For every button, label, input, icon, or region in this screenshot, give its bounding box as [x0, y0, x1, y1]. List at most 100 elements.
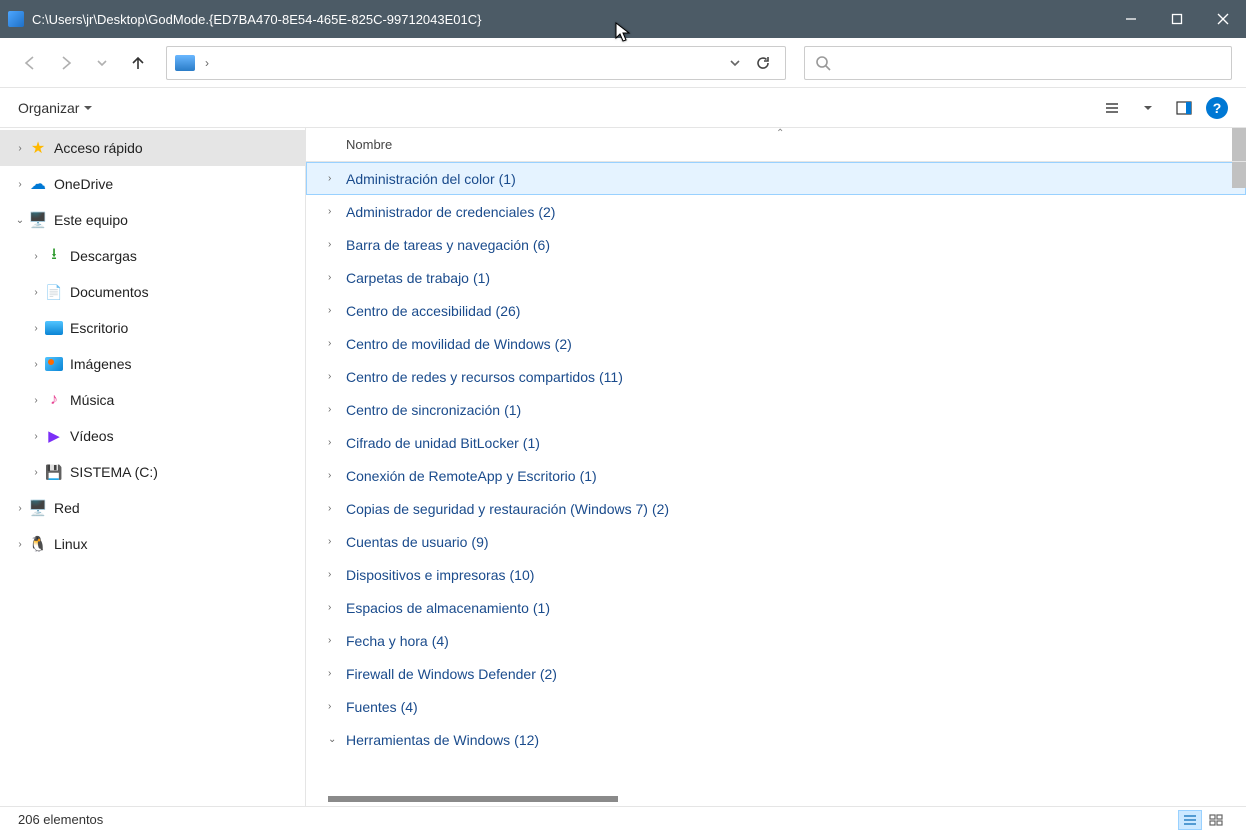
expand-chevron-icon[interactable]: ›: [28, 359, 44, 370]
group-chevron-icon[interactable]: ›: [328, 635, 342, 646]
recent-locations-button[interactable]: [86, 47, 118, 79]
horizontal-scrollbar[interactable]: [306, 792, 1246, 806]
expand-chevron-icon[interactable]: ›: [28, 287, 44, 298]
address-dropdown-button[interactable]: [721, 49, 749, 77]
group-count: (1): [533, 600, 550, 616]
maximize-button[interactable]: [1154, 0, 1200, 38]
group-header[interactable]: › Centro de sincronización(1): [306, 393, 1246, 426]
large-icons-view-button[interactable]: [1204, 810, 1228, 830]
expand-chevron-icon[interactable]: ›: [28, 431, 44, 442]
group-header[interactable]: ›Centro de redes y recursos compartidos(…: [306, 360, 1246, 393]
sidebar-item-im-genes[interactable]: ›Imágenes: [0, 346, 305, 382]
group-chevron-icon[interactable]: ›: [328, 503, 342, 514]
view-dropdown-button[interactable]: [1134, 94, 1162, 122]
group-chevron-icon[interactable]: ›: [328, 305, 342, 316]
group-chevron-icon[interactable]: ›: [328, 701, 342, 712]
sidebar-item-acceso-r-pido[interactable]: ›★Acceso rápido: [0, 130, 305, 166]
minimize-button[interactable]: [1108, 0, 1154, 38]
sidebar-item-documentos[interactable]: ›📄Documentos: [0, 274, 305, 310]
help-button[interactable]: ?: [1206, 97, 1228, 119]
expand-chevron-icon[interactable]: ›: [28, 251, 44, 262]
expand-chevron-icon[interactable]: ›: [12, 539, 28, 550]
view-options-button[interactable]: [1098, 94, 1126, 122]
sidebar-item-este-equipo[interactable]: ⌄🖥️Este equipo: [0, 202, 305, 238]
group-count: (1): [499, 171, 516, 187]
group-name: Administrador de credenciales: [346, 204, 534, 220]
group-header[interactable]: ›Administración del color(1): [306, 162, 1246, 195]
group-count: (12): [514, 732, 539, 748]
group-name: Fecha y hora: [346, 633, 428, 649]
column-header[interactable]: Nombre ⌃: [306, 128, 1246, 162]
search-box[interactable]: [804, 46, 1232, 80]
group-chevron-icon[interactable]: ›: [328, 602, 342, 613]
group-count: (1): [504, 402, 521, 418]
group-chevron-icon[interactable]: ›: [328, 272, 342, 283]
sidebar-item-label: Música: [70, 392, 114, 408]
group-chevron-icon[interactable]: ›: [328, 437, 342, 448]
group-header[interactable]: ›Centro de accesibilidad(26): [306, 294, 1246, 327]
group-header[interactable]: ›Copias de seguridad y restauración (Win…: [306, 492, 1246, 525]
main-panel: Nombre ⌃ ›Administración del color(1)›Ad…: [306, 128, 1246, 806]
sidebar-item-descargas[interactable]: ›⭳Descargas: [0, 238, 305, 274]
group-chevron-icon[interactable]: ⌄: [328, 734, 342, 745]
group-header[interactable]: ›Conexión de RemoteApp y Escritorio(1): [306, 459, 1246, 492]
back-button[interactable]: [14, 47, 46, 79]
group-header[interactable]: › Fecha y hora(4): [306, 624, 1246, 657]
close-button[interactable]: [1200, 0, 1246, 38]
expand-chevron-icon[interactable]: ›: [28, 323, 44, 334]
expand-chevron-icon[interactable]: ›: [28, 395, 44, 406]
group-header[interactable]: ›Carpetas de trabajo(1): [306, 261, 1246, 294]
group-header[interactable]: ›Espacios de almacenamiento(1): [306, 591, 1246, 624]
group-chevron-icon[interactable]: ›: [328, 668, 342, 679]
group-chevron-icon[interactable]: ›: [328, 569, 342, 580]
group-chevron-icon[interactable]: ›: [328, 206, 342, 217]
group-header[interactable]: ⌄ Herramientas de Windows(12): [306, 723, 1246, 756]
group-header[interactable]: ›Cifrado de unidad BitLocker(1): [306, 426, 1246, 459]
up-button[interactable]: [122, 47, 154, 79]
breadcrumb-chevron-icon[interactable]: ›: [205, 56, 209, 70]
group-chevron-icon[interactable]: ›: [328, 470, 342, 481]
group-header[interactable]: ›Fuentes(4): [306, 690, 1246, 723]
group-header[interactable]: › Administrador de credenciales(2): [306, 195, 1246, 228]
group-header[interactable]: ›Firewall de Windows Defender(2): [306, 657, 1246, 690]
scrollbar-thumb[interactable]: [328, 796, 618, 802]
group-header[interactable]: ›Dispositivos e impresoras(10): [306, 558, 1246, 591]
group-header[interactable]: ›Barra de tareas y navegación(6): [306, 228, 1246, 261]
address-bar[interactable]: ›: [166, 46, 786, 80]
group-chevron-icon[interactable]: ›: [328, 239, 342, 250]
group-chevron-icon[interactable]: ›: [328, 338, 342, 349]
item-count-label: 206 elementos: [18, 812, 103, 827]
expand-chevron-icon[interactable]: ›: [12, 179, 28, 190]
expand-chevron-icon[interactable]: ›: [12, 143, 28, 154]
group-name: Centro de sincronización: [346, 402, 500, 418]
sidebar-item-v-deos[interactable]: ›▶Vídeos: [0, 418, 305, 454]
app-icon: [8, 11, 24, 27]
group-header[interactable]: ›Cuentas de usuario(9): [306, 525, 1246, 558]
group-chevron-icon[interactable]: ›: [328, 404, 342, 415]
group-count: (10): [510, 567, 535, 583]
details-view-button[interactable]: [1178, 810, 1202, 830]
group-count: (6): [533, 237, 550, 253]
sidebar-item-sistema-c-[interactable]: ›💾SISTEMA (C:): [0, 454, 305, 490]
organize-menu[interactable]: Organizar: [18, 100, 93, 116]
group-chevron-icon[interactable]: ›: [328, 173, 342, 184]
sidebar-item-red[interactable]: ›🖥️Red: [0, 490, 305, 526]
expand-chevron-icon[interactable]: ›: [12, 503, 28, 514]
expand-chevron-icon[interactable]: ⌄: [12, 215, 28, 226]
group-header[interactable]: ›Centro de movilidad de Windows(2): [306, 327, 1246, 360]
expand-chevron-icon[interactable]: ›: [28, 467, 44, 478]
group-chevron-icon[interactable]: ›: [328, 371, 342, 382]
sidebar-item-m-sica[interactable]: ›♪Música: [0, 382, 305, 418]
group-chevron-icon[interactable]: ›: [328, 536, 342, 547]
sidebar-item-linux[interactable]: ›🐧Linux: [0, 526, 305, 562]
group-count: (2): [538, 204, 555, 220]
status-bar: 206 elementos: [0, 806, 1246, 832]
preview-pane-button[interactable]: [1170, 94, 1198, 122]
group-name: Conexión de RemoteApp y Escritorio: [346, 468, 576, 484]
sidebar-item-onedrive[interactable]: ›☁OneDrive: [0, 166, 305, 202]
sidebar-item-escritorio[interactable]: ›Escritorio: [0, 310, 305, 346]
group-name: Herramientas de Windows: [346, 732, 510, 748]
refresh-button[interactable]: [749, 49, 777, 77]
group-count: (4): [432, 633, 449, 649]
forward-button[interactable]: [50, 47, 82, 79]
